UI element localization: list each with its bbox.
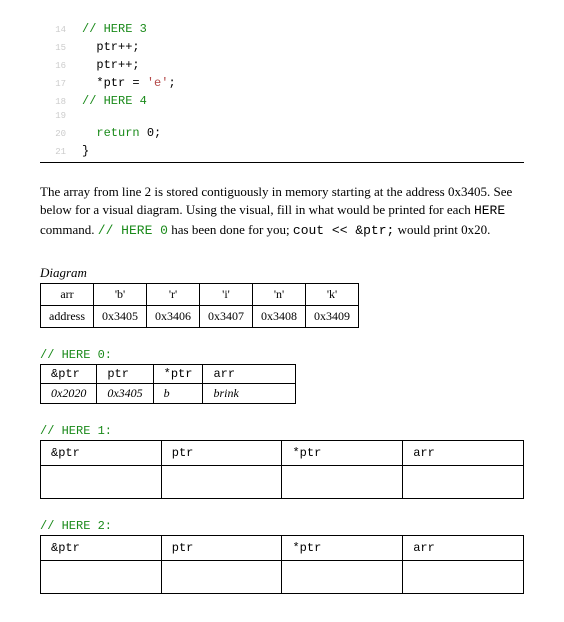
code-text: return 0;: [82, 124, 161, 142]
here-2-table: &ptr ptr *ptr arr: [40, 535, 524, 594]
code-comment: // HERE 3: [82, 20, 147, 38]
diagram-table: arr 'b' 'r' 'i' 'n' 'k' address 0x3405 0…: [40, 283, 359, 328]
table-row: &ptr ptr *ptr arr: [41, 365, 296, 384]
text: has been done for you;: [168, 222, 293, 237]
answer-cell[interactable]: [282, 561, 403, 594]
line-number: 15: [40, 42, 82, 56]
code-token: *ptr =: [96, 76, 146, 90]
text: would print 0x20.: [394, 222, 490, 237]
code-text: }: [82, 142, 89, 160]
line-number: 14: [40, 24, 82, 38]
cell: brink: [203, 384, 296, 404]
answer-cell[interactable]: [41, 561, 162, 594]
code-token: ptr++;: [96, 58, 139, 72]
cell: 0x3405: [97, 384, 153, 404]
table-row[interactable]: [41, 466, 524, 499]
here-0-label: // HERE 0:: [40, 348, 524, 362]
header-cell: ptr: [161, 441, 282, 466]
answer-cell[interactable]: [403, 466, 524, 499]
text: command.: [40, 222, 98, 237]
header-cell: arr: [203, 365, 296, 384]
header-cell: &ptr: [41, 441, 162, 466]
cell: arr: [41, 284, 94, 306]
code-block: 14 // HERE 3 15 ptr++; 16 ptr++; 17 *ptr…: [40, 20, 524, 160]
header-cell: *ptr: [282, 441, 403, 466]
answer-cell[interactable]: [41, 466, 162, 499]
answer-cell[interactable]: [161, 561, 282, 594]
header-cell: arr: [403, 441, 524, 466]
cell: 0x3405: [94, 306, 147, 328]
cell: 'n': [253, 284, 306, 306]
divider: [40, 162, 524, 163]
mono-text: HERE: [474, 203, 505, 218]
cell: b: [153, 384, 203, 404]
code-line: 14 // HERE 3: [40, 20, 524, 38]
code-text: ptr++;: [82, 38, 140, 56]
code-line: 15 ptr++;: [40, 38, 524, 56]
table-row: 0x2020 0x3405 b brink: [41, 384, 296, 404]
answer-cell[interactable]: [403, 561, 524, 594]
table-row: arr 'b' 'r' 'i' 'n' 'k': [41, 284, 359, 306]
cell: 'r': [147, 284, 200, 306]
code-line: 20 return 0;: [40, 124, 524, 142]
here-2-label: // HERE 2:: [40, 519, 524, 533]
line-number: 19: [40, 110, 82, 124]
problem-text: The array from line 2 is stored contiguo…: [40, 183, 524, 242]
code-comment: // HERE 4: [82, 92, 147, 110]
line-number: 17: [40, 78, 82, 92]
code-text: ptr++;: [82, 56, 140, 74]
cell: 0x3407: [200, 306, 253, 328]
line-number: 16: [40, 60, 82, 74]
code-text: *ptr = 'e';: [82, 74, 176, 92]
code-keyword: return: [96, 126, 139, 140]
cell: 0x2020: [41, 384, 97, 404]
code-line: 19: [40, 110, 524, 124]
table-row: &ptr ptr *ptr arr: [41, 536, 524, 561]
code-string: 'e': [147, 76, 169, 90]
code-token: 0;: [140, 126, 162, 140]
comment-text: // HERE 0: [98, 223, 168, 238]
code-token: ;: [168, 76, 175, 90]
header-cell: &ptr: [41, 536, 162, 561]
cell: address: [41, 306, 94, 328]
cell: 0x3409: [306, 306, 359, 328]
code-token: ptr++;: [96, 40, 139, 54]
here-1-table: &ptr ptr *ptr arr: [40, 440, 524, 499]
header-cell: *ptr: [282, 536, 403, 561]
cell: 0x3406: [147, 306, 200, 328]
diagram-label: Diagram: [40, 265, 524, 281]
answer-cell[interactable]: [161, 466, 282, 499]
code-line: 17 *ptr = 'e';: [40, 74, 524, 92]
code-line: 21 }: [40, 142, 524, 160]
mono-text: cout << &ptr;: [293, 223, 394, 238]
table-row[interactable]: [41, 561, 524, 594]
text: The array from line 2 is stored contiguo…: [40, 184, 512, 218]
answer-cell[interactable]: [282, 466, 403, 499]
code-line: 16 ptr++;: [40, 56, 524, 74]
line-number: 20: [40, 128, 82, 142]
header-cell: &ptr: [41, 365, 97, 384]
table-row: address 0x3405 0x3406 0x3407 0x3408 0x34…: [41, 306, 359, 328]
cell: 'b': [94, 284, 147, 306]
line-number: 21: [40, 146, 82, 160]
table-row: &ptr ptr *ptr arr: [41, 441, 524, 466]
code-line: 18 // HERE 4: [40, 92, 524, 110]
here-1-label: // HERE 1:: [40, 424, 524, 438]
header-cell: *ptr: [153, 365, 203, 384]
here-0-table: &ptr ptr *ptr arr 0x2020 0x3405 b brink: [40, 364, 296, 404]
header-cell: arr: [403, 536, 524, 561]
cell: 'i': [200, 284, 253, 306]
header-cell: ptr: [161, 536, 282, 561]
cell: 'k': [306, 284, 359, 306]
line-number: 18: [40, 96, 82, 110]
header-cell: ptr: [97, 365, 153, 384]
cell: 0x3408: [253, 306, 306, 328]
